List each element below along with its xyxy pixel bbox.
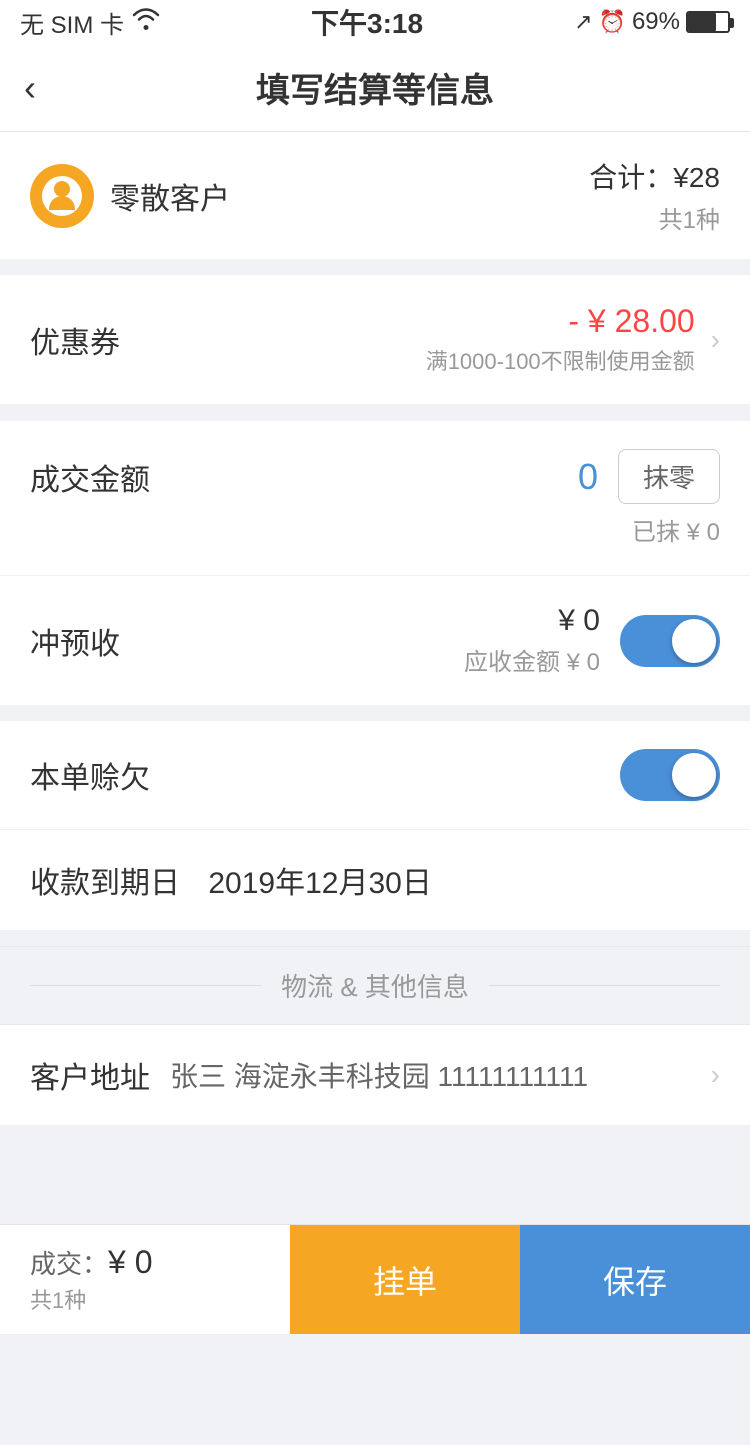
customer-info: 零散客户: [30, 164, 230, 228]
due-date-value: 2019年12月30日: [208, 867, 431, 900]
battery-percent: 69%: [632, 8, 680, 36]
hold-button[interactable]: 挂单: [290, 1225, 520, 1334]
advance-right: ¥ 0 应收金额 ¥ 0: [464, 604, 720, 677]
location-icon: ↗: [574, 9, 592, 35]
due-date-label: 收款到期日: [30, 867, 180, 900]
due-date-row: 收款到期日 2019年12月30日: [0, 829, 750, 930]
bottom-deal-label: 成交：: [30, 1249, 108, 1279]
advance-toggle[interactable]: [620, 615, 720, 667]
page-title: 填写结算等信息: [256, 63, 494, 112]
bottom-info: 成交：¥ 0 共1种: [0, 1244, 290, 1315]
transaction-label: 成交金额: [30, 455, 150, 499]
credit-section: 本单赊欠: [0, 721, 750, 829]
address-row[interactable]: 客户地址 张三 海淀永丰科技园 11111111111 ›: [0, 1025, 750, 1125]
divider-3: [0, 705, 750, 721]
nav-bar: ‹ 填写结算等信息: [0, 44, 750, 132]
total-amount: 合计：¥28: [589, 156, 720, 196]
transaction-right: 0 抹零: [558, 449, 720, 504]
status-right: ↗ ⏰ 69%: [574, 8, 730, 36]
logistics-label: 物流 & 其他信息: [281, 967, 469, 1004]
credit-toggle[interactable]: [620, 749, 720, 801]
coupon-value: - ¥ 28.00 满1000-100不限制使用金额: [426, 303, 695, 376]
coupon-right: - ¥ 28.00 满1000-100不限制使用金额 ›: [426, 303, 720, 376]
chevron-right-icon: ›: [711, 324, 720, 356]
avatar: [30, 164, 94, 228]
customer-name: 零散客户: [110, 174, 230, 218]
status-time: 下午3:18: [311, 2, 423, 42]
avatar-icon: [42, 176, 82, 216]
divider-2: [0, 405, 750, 421]
wifi-icon: [132, 8, 160, 37]
coupon-label: 优惠券: [30, 318, 120, 362]
due-date-content: 收款到期日 2019年12月30日: [30, 867, 432, 900]
total-count: 共1种: [589, 200, 720, 235]
transaction-amount[interactable]: 0: [558, 456, 598, 498]
advance-sub-amount: 应收金额 ¥ 0: [464, 642, 600, 677]
battery-icon: [686, 11, 730, 33]
logistics-section-header: 物流 & 其他信息: [0, 946, 750, 1025]
advance-label: 冲预收: [30, 619, 120, 663]
coupon-row[interactable]: 优惠券 - ¥ 28.00 满1000-100不限制使用金额 ›: [0, 275, 750, 405]
address-value: 张三 海淀永丰科技园 11111111111: [170, 1055, 711, 1095]
toggle-knob: [672, 619, 716, 663]
customer-totals: 合计：¥28 共1种: [589, 156, 720, 235]
address-label: 客户地址: [30, 1053, 150, 1097]
bottom-count: 共1种: [30, 1283, 260, 1315]
status-left: 无 SIM 卡: [20, 5, 160, 40]
address-chevron-icon: ›: [711, 1059, 720, 1091]
save-button[interactable]: 保存: [520, 1225, 750, 1334]
credit-label: 本单赊欠: [30, 753, 150, 797]
coupon-description: 满1000-100不限制使用金额: [426, 344, 695, 376]
back-button[interactable]: ‹: [24, 67, 36, 109]
carrier-text: 无 SIM 卡: [20, 5, 124, 40]
bottom-bar: 成交：¥ 0 共1种 挂单 保存: [0, 1224, 750, 1334]
bottom-deal-amount: ¥ 0: [108, 1244, 152, 1280]
divider-4: [0, 930, 750, 946]
alarm-icon: ⏰: [599, 9, 626, 35]
advance-amounts: ¥ 0 应收金额 ¥ 0: [464, 604, 600, 677]
coupon-discount: - ¥ 28.00: [426, 303, 695, 340]
advance-payment-row: 冲预收 ¥ 0 应收金额 ¥ 0: [0, 575, 750, 705]
customer-section: 零散客户 合计：¥28 共1种: [0, 132, 750, 259]
transaction-section: 成交金额 0 抹零 已抹 ¥ 0: [0, 421, 750, 575]
transaction-top: 成交金额 0 抹零: [30, 449, 720, 504]
advance-main-amount: ¥ 0: [464, 604, 600, 638]
credit-toggle-knob: [672, 753, 716, 797]
status-bar: 无 SIM 卡 下午3:18 ↗ ⏰ 69%: [0, 0, 750, 44]
round-button[interactable]: 抹零: [618, 449, 720, 504]
transaction-sub: 已抹 ¥ 0: [30, 512, 720, 547]
divider-1: [0, 259, 750, 275]
